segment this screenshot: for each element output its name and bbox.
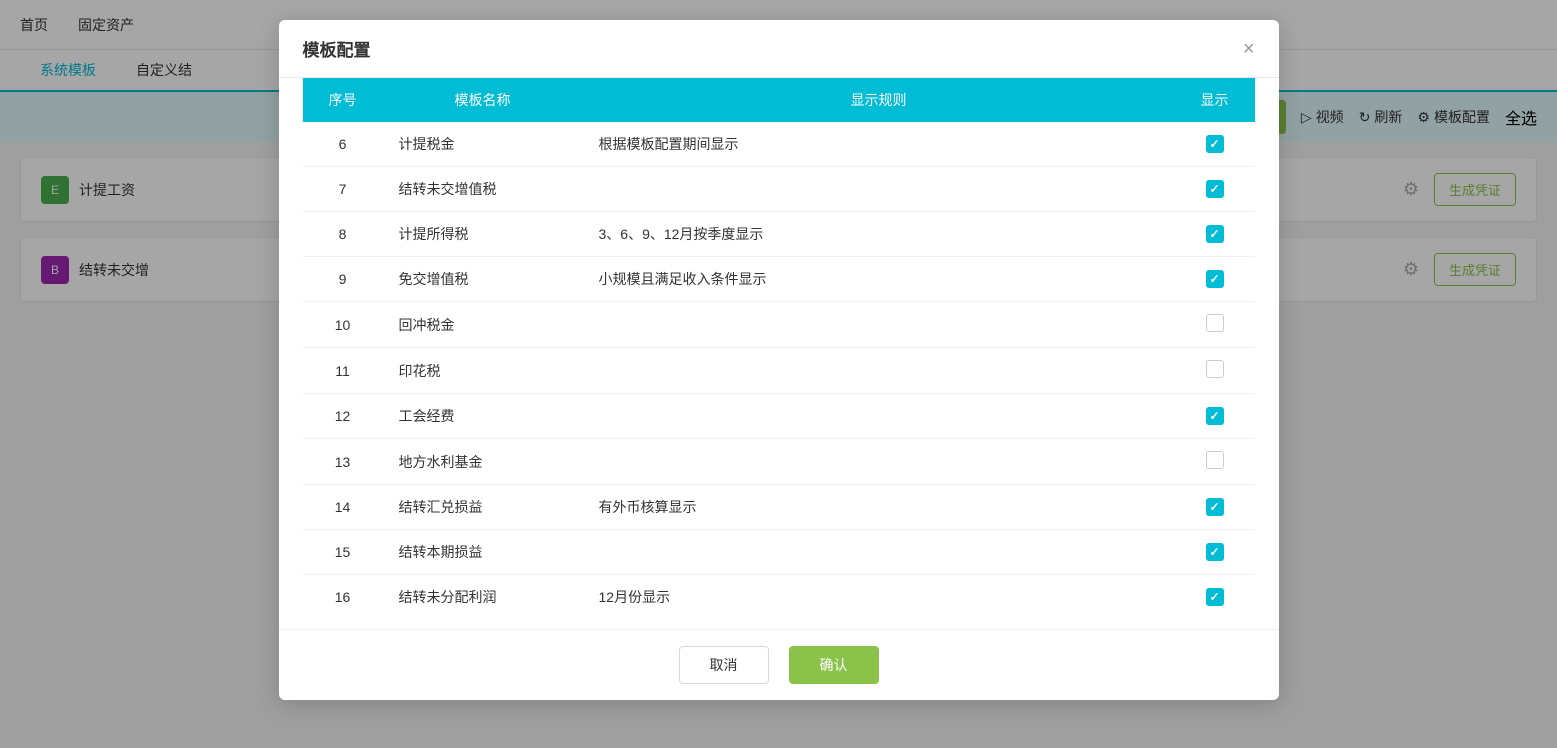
cell-checkbox[interactable] (1175, 394, 1255, 439)
table-row: 8计提所得税3、6、9、12月按季度显示 (303, 212, 1255, 257)
checkbox-16[interactable] (1206, 588, 1224, 606)
cell-rule: 小规模且满足收入条件显示 (583, 257, 1175, 302)
table-row: 7结转未交增值税 (303, 167, 1255, 212)
cell-rule: 3、6、9、12月按季度显示 (583, 212, 1175, 257)
dialog-template-config: 模板配置 × 序号 模板名称 显示规则 显示 6计提税金根据模板配置期间显示7结… (279, 20, 1279, 700)
cell-rule (583, 530, 1175, 575)
cell-checkbox[interactable] (1175, 439, 1255, 485)
table-body: 6计提税金根据模板配置期间显示7结转未交增值税8计提所得税3、6、9、12月按季… (303, 122, 1255, 619)
table-row: 15结转本期损益 (303, 530, 1255, 575)
cell-name: 地方水利基金 (383, 439, 583, 485)
cell-rule (583, 439, 1175, 485)
table-row: 6计提税金根据模板配置期间显示 (303, 122, 1255, 167)
cell-checkbox[interactable] (1175, 302, 1255, 348)
cell-seq: 10 (303, 302, 383, 348)
cell-name: 结转未交增值税 (383, 167, 583, 212)
checkbox-8[interactable] (1206, 225, 1224, 243)
cell-name: 印花税 (383, 348, 583, 394)
dialog-table: 序号 模板名称 显示规则 显示 6计提税金根据模板配置期间显示7结转未交增值税8… (279, 78, 1279, 629)
dialog-title: 模板配置 (303, 36, 371, 61)
cell-seq: 14 (303, 485, 383, 530)
cell-rule (583, 394, 1175, 439)
cell-checkbox[interactable] (1175, 257, 1255, 302)
modal-overlay: 模板配置 × 序号 模板名称 显示规则 显示 6计提税金根据模板配置期间显示7结… (0, 0, 1557, 748)
dialog-close-button[interactable]: × (1243, 39, 1255, 59)
cell-rule (583, 348, 1175, 394)
cell-checkbox[interactable] (1175, 212, 1255, 257)
checkbox-6[interactable] (1206, 135, 1224, 153)
cell-checkbox[interactable] (1175, 167, 1255, 212)
cell-checkbox[interactable] (1175, 485, 1255, 530)
cell-name: 计提所得税 (383, 212, 583, 257)
cell-rule: 12月份显示 (583, 575, 1175, 620)
dialog-header: 模板配置 × (279, 20, 1279, 78)
col-rule: 显示规则 (583, 78, 1175, 122)
col-name: 模板名称 (383, 78, 583, 122)
cell-name: 计提税金 (383, 122, 583, 167)
col-display: 显示 (1175, 78, 1255, 122)
checkbox-10[interactable] (1206, 314, 1224, 332)
cell-rule (583, 167, 1175, 212)
checkbox-15[interactable] (1206, 543, 1224, 561)
confirm-button[interactable]: 确认 (789, 646, 879, 684)
cell-checkbox[interactable] (1175, 530, 1255, 575)
cell-name: 结转未分配利润 (383, 575, 583, 620)
cell-checkbox[interactable] (1175, 575, 1255, 620)
table-header: 序号 模板名称 显示规则 显示 (303, 78, 1255, 122)
cell-rule (583, 302, 1175, 348)
cell-seq: 15 (303, 530, 383, 575)
cell-name: 结转汇兑损益 (383, 485, 583, 530)
cell-seq: 16 (303, 575, 383, 620)
table-row: 16结转未分配利润12月份显示 (303, 575, 1255, 620)
cell-checkbox[interactable] (1175, 122, 1255, 167)
cell-checkbox[interactable] (1175, 348, 1255, 394)
table-row: 14结转汇兑损益有外币核算显示 (303, 485, 1255, 530)
cell-name: 免交增值税 (383, 257, 583, 302)
cell-seq: 9 (303, 257, 383, 302)
table-row: 9免交增值税小规模且满足收入条件显示 (303, 257, 1255, 302)
dialog-footer: 取消 确认 (279, 629, 1279, 700)
table-row: 11印花税 (303, 348, 1255, 394)
cancel-button[interactable]: 取消 (679, 646, 769, 684)
cell-rule: 有外币核算显示 (583, 485, 1175, 530)
checkbox-12[interactable] (1206, 407, 1224, 425)
cell-seq: 11 (303, 348, 383, 394)
cell-seq: 8 (303, 212, 383, 257)
checkbox-14[interactable] (1206, 498, 1224, 516)
cell-name: 工会经费 (383, 394, 583, 439)
col-seq: 序号 (303, 78, 383, 122)
cell-seq: 7 (303, 167, 383, 212)
checkbox-11[interactable] (1206, 360, 1224, 378)
checkbox-13[interactable] (1206, 451, 1224, 469)
cell-seq: 6 (303, 122, 383, 167)
table-row: 10回冲税金 (303, 302, 1255, 348)
checkbox-9[interactable] (1206, 270, 1224, 288)
table-row: 12工会经费 (303, 394, 1255, 439)
config-table: 序号 模板名称 显示规则 显示 6计提税金根据模板配置期间显示7结转未交增值税8… (303, 78, 1255, 619)
table-row: 13地方水利基金 (303, 439, 1255, 485)
cell-name: 结转本期损益 (383, 530, 583, 575)
cell-name: 回冲税金 (383, 302, 583, 348)
checkbox-7[interactable] (1206, 180, 1224, 198)
cell-seq: 12 (303, 394, 383, 439)
cell-seq: 13 (303, 439, 383, 485)
cell-rule: 根据模板配置期间显示 (583, 122, 1175, 167)
